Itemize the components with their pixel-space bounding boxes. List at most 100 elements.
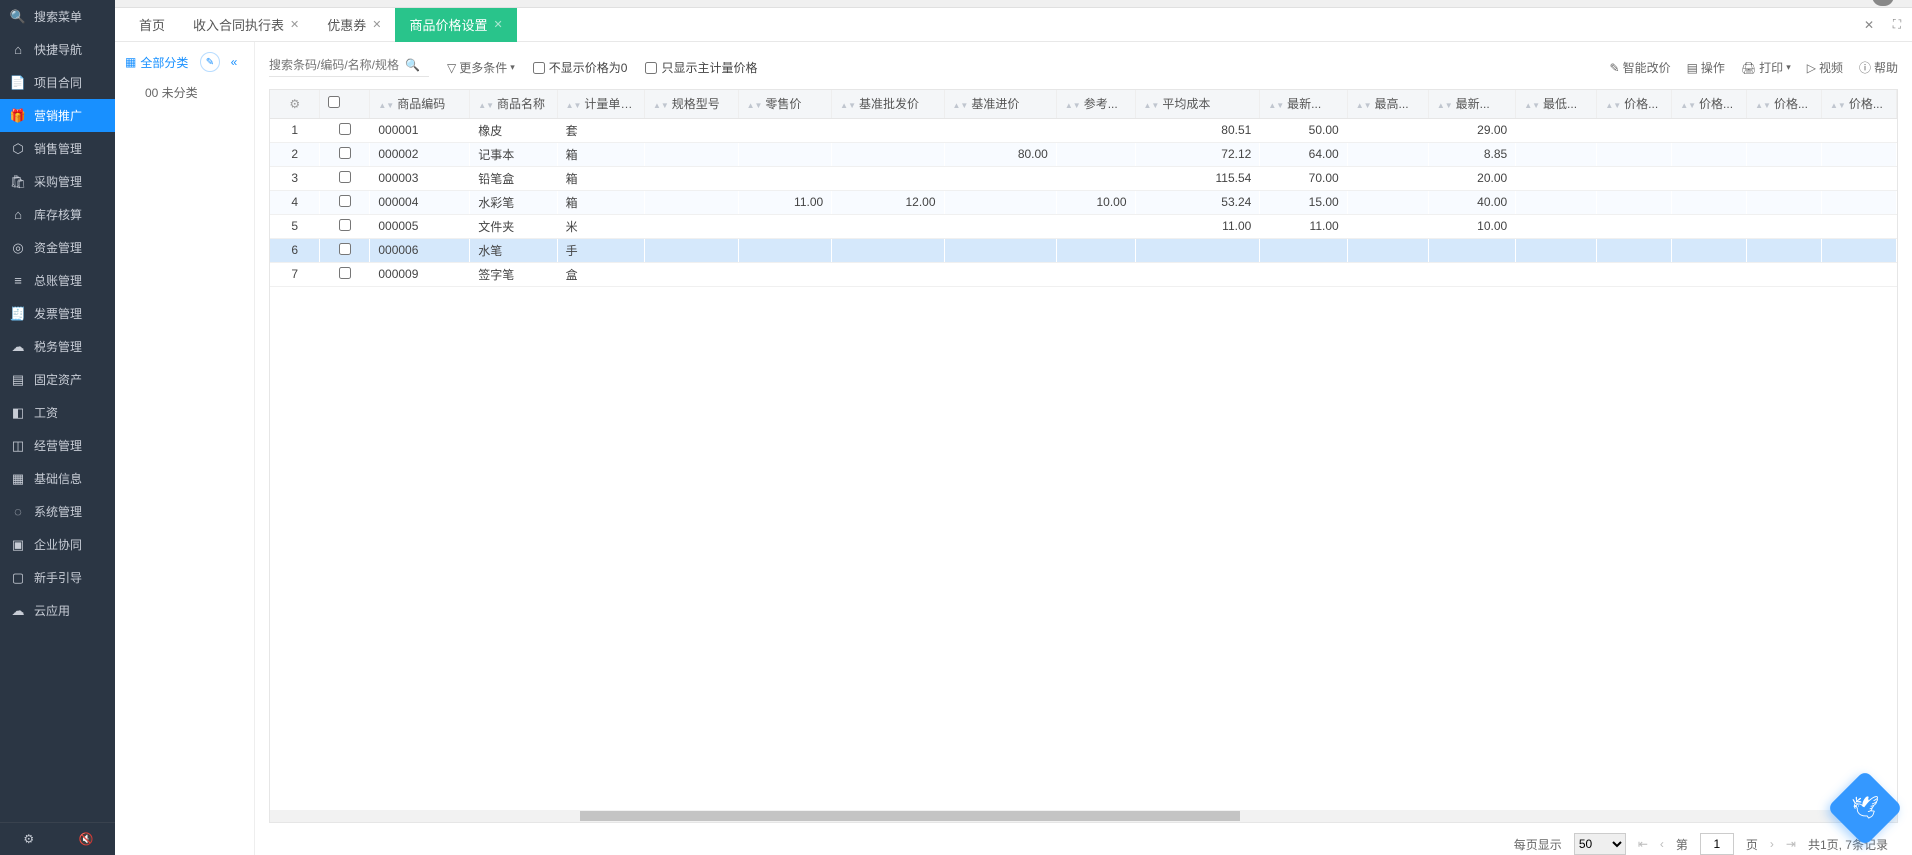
table-row[interactable]: 1000001橡皮套80.5150.0029.00 xyxy=(270,118,1897,142)
help-button[interactable]: ⓘ 帮助 xyxy=(1859,59,1898,76)
table-row[interactable]: 7000009签字笔盒 xyxy=(270,262,1897,286)
col-header-18[interactable]: ▲▼价格... xyxy=(1821,90,1896,118)
row-checkbox[interactable] xyxy=(339,171,351,183)
row-checkbox[interactable] xyxy=(339,243,351,255)
page-first-icon[interactable]: ⇤ xyxy=(1638,837,1648,851)
print-button[interactable]: 🖨 打印 ▾ xyxy=(1741,59,1791,76)
fullscreen-icon[interactable]: ⛶ xyxy=(1888,16,1906,34)
select-all-checkbox[interactable] xyxy=(328,96,340,108)
sidebar-item-8[interactable]: ≡总账管理 xyxy=(0,264,115,297)
nav-icon: ⌂ xyxy=(10,42,26,58)
tab-close-icon[interactable]: ✕ xyxy=(290,18,299,31)
sidebar-item-16[interactable]: ▣企业协同 xyxy=(0,528,115,561)
main-unit-checkbox[interactable]: 只显示主计量价格 xyxy=(645,59,757,76)
col-header-9[interactable]: ▲▼参考... xyxy=(1056,90,1135,118)
sidebar-item-5[interactable]: 🛍采购管理 xyxy=(0,165,115,198)
row-checkbox[interactable] xyxy=(339,147,351,159)
sidebar-item-11[interactable]: ▤固定资产 xyxy=(0,363,115,396)
tab-close-icon[interactable]: ✕ xyxy=(372,18,381,31)
row-checkbox[interactable] xyxy=(339,219,351,231)
page-next-icon[interactable]: › xyxy=(1770,837,1774,851)
nav-label: 税务管理 xyxy=(34,338,82,355)
search-icon[interactable]: 🔍 xyxy=(405,58,420,72)
sidebar-item-17[interactable]: ▢新手引导 xyxy=(0,561,115,594)
edit-icon[interactable]: ✎ xyxy=(200,52,220,72)
sidebar-item-10[interactable]: ☁税务管理 xyxy=(0,330,115,363)
col-header-3[interactable]: ▲▼商品名称 xyxy=(470,90,557,118)
tab-0[interactable]: 首页 xyxy=(125,8,179,42)
col-header-8[interactable]: ▲▼基准进价 xyxy=(944,90,1056,118)
sidebar-item-1[interactable]: ⌂快捷导航 xyxy=(0,33,115,66)
toolbar: 🔍 ▽更多条件▾ 不显示价格为0 只显示主计量价格 ✎ 智能改价 ▤ 操作 🖨 … xyxy=(255,42,1912,89)
row-checkbox[interactable] xyxy=(339,123,351,135)
col-header-1[interactable] xyxy=(320,90,370,118)
row-checkbox[interactable] xyxy=(339,267,351,279)
video-button[interactable]: ▷ 视频 xyxy=(1807,59,1843,76)
more-conditions[interactable]: ▽更多条件▾ xyxy=(447,59,515,76)
sidebar-item-12[interactable]: ◧工资 xyxy=(0,396,115,429)
table-row[interactable]: 3000003铅笔盒箱115.5470.0020.00 xyxy=(270,166,1897,190)
sidebar-item-18[interactable]: ☁云应用 xyxy=(0,594,115,627)
tab-close-icon[interactable]: ✕ xyxy=(1860,16,1878,34)
page-last-icon[interactable]: ⇥ xyxy=(1786,837,1796,851)
sidebar-item-7[interactable]: ◎资金管理 xyxy=(0,231,115,264)
nav-label: 采购管理 xyxy=(34,173,82,190)
tab-1[interactable]: 收入合同执行表✕ xyxy=(179,8,313,42)
nav-label: 发票管理 xyxy=(34,305,82,322)
category-node[interactable]: 00 未分类 xyxy=(115,72,254,101)
operations-button[interactable]: ▤ 操作 xyxy=(1687,59,1725,76)
col-header-4[interactable]: ▲▼计量单位... xyxy=(557,90,644,118)
col-header-2[interactable]: ▲▼商品编码 xyxy=(370,90,470,118)
col-header-5[interactable]: ▲▼规格型号 xyxy=(644,90,738,118)
tab-3[interactable]: 商品价格设置✕ xyxy=(395,8,516,42)
sidebar-item-14[interactable]: ▦ 基础信息 xyxy=(0,462,115,495)
sidebar-item-0[interactable]: 🔍搜索菜单 xyxy=(0,0,115,33)
col-header-0[interactable]: ⚙ xyxy=(270,90,320,118)
avatar[interactable] xyxy=(1872,0,1894,6)
category-all[interactable]: 全部分类 xyxy=(140,54,188,71)
tab-close-icon[interactable]: ✕ xyxy=(494,18,503,31)
col-header-11[interactable]: ▲▼最新... xyxy=(1260,90,1347,118)
col-header-7[interactable]: ▲▼基准批发价 xyxy=(832,90,944,118)
page-input[interactable] xyxy=(1700,833,1734,855)
col-header-12[interactable]: ▲▼最高... xyxy=(1347,90,1428,118)
page-prev-icon[interactable]: ‹ xyxy=(1660,837,1664,851)
row-checkbox[interactable] xyxy=(339,195,351,207)
sidebar-item-15[interactable]: ◌系统管理 xyxy=(0,495,115,528)
sidebar-item-13[interactable]: ◫经营管理 xyxy=(0,429,115,462)
sidebar-item-4[interactable]: ⬡销售管理 xyxy=(0,132,115,165)
horizontal-scrollbar[interactable] xyxy=(270,810,1897,822)
sidebar: 🔍搜索菜单⌂快捷导航📄项目合同🎁营销推广⬡销售管理🛍采购管理⌂库存核算◎资金管理… xyxy=(0,0,115,855)
search-input[interactable] xyxy=(269,58,399,72)
collapse-left-icon[interactable]: « xyxy=(224,52,244,72)
col-header-16[interactable]: ▲▼价格... xyxy=(1672,90,1747,118)
table-row[interactable]: 4000004水彩笔箱11.0012.0010.0053.2415.0040.0… xyxy=(270,190,1897,214)
table-row[interactable]: 2000002记事本箱80.0072.1264.008.85 xyxy=(270,142,1897,166)
col-header-10[interactable]: ▲▼平均成本 xyxy=(1135,90,1260,118)
nav-label: 基础信息 xyxy=(34,470,82,487)
sound-icon[interactable]: 🔇 xyxy=(58,823,116,855)
sidebar-item-6[interactable]: ⌂库存核算 xyxy=(0,198,115,231)
table-row[interactable]: 6000006水笔手 xyxy=(270,238,1897,262)
hide-zero-checkbox[interactable]: 不显示价格为0 xyxy=(533,59,628,76)
smart-price-button[interactable]: ✎ 智能改价 xyxy=(1610,59,1671,76)
perpage-select[interactable]: 50 xyxy=(1574,833,1626,855)
nav-label: 销售管理 xyxy=(34,140,82,157)
tab-2[interactable]: 优惠券✕ xyxy=(313,8,395,42)
nav-icon: 🧾 xyxy=(10,306,26,322)
nav-icon: ◎ xyxy=(10,240,26,256)
table-row[interactable]: 5000005文件夹米11.0011.0010.00 xyxy=(270,214,1897,238)
col-header-13[interactable]: ▲▼最新... xyxy=(1428,90,1515,118)
sidebar-item-9[interactable]: 🧾 发票管理 xyxy=(0,297,115,330)
settings-icon[interactable]: ⚙ xyxy=(0,823,58,855)
sidebar-item-2[interactable]: 📄项目合同 xyxy=(0,66,115,99)
nav-icon: ▦ xyxy=(10,471,26,487)
col-header-14[interactable]: ▲▼最低... xyxy=(1516,90,1597,118)
sidebar-item-3[interactable]: 🎁营销推广 xyxy=(0,99,115,132)
pager: 每页显示 50 ⇤ ‹ 第 页 › ⇥ 共1页, 7条记录 xyxy=(255,823,1912,855)
nav-label: 项目合同 xyxy=(34,74,82,91)
col-header-15[interactable]: ▲▼价格... xyxy=(1597,90,1672,118)
nav-icon: ⌂ xyxy=(10,207,26,223)
col-header-17[interactable]: ▲▼价格... xyxy=(1747,90,1822,118)
col-header-6[interactable]: ▲▼零售价 xyxy=(738,90,832,118)
